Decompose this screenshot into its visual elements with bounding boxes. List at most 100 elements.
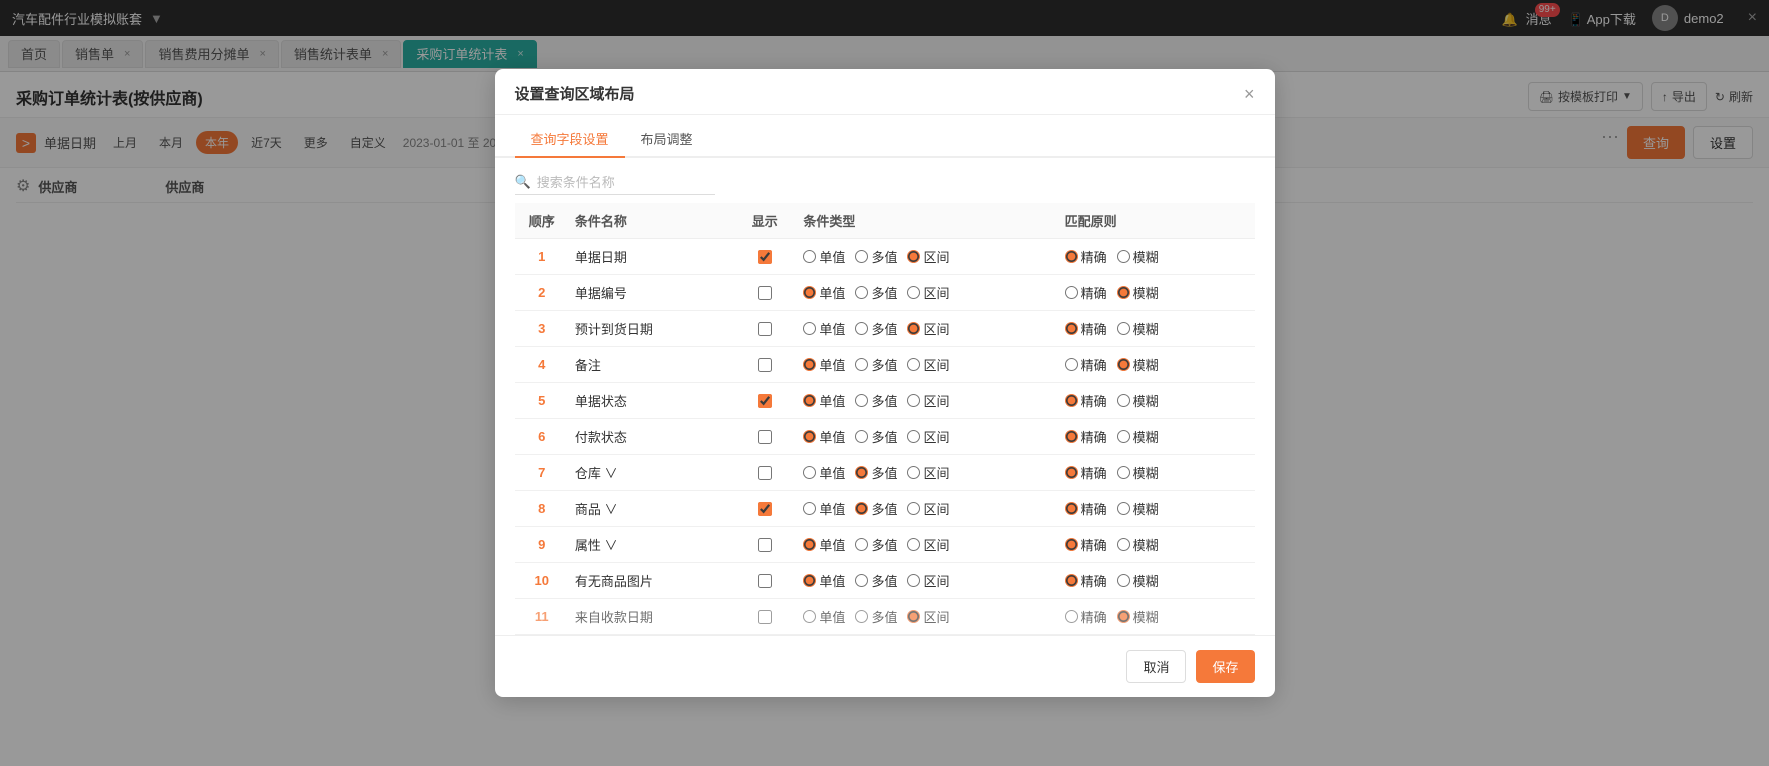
match-exact-radio[interactable] [1065,466,1078,479]
display-checkbox[interactable] [758,574,772,588]
type-multi-radio[interactable] [855,250,868,263]
match-exact-radio[interactable] [1065,502,1078,515]
match-fuzzy-label[interactable]: 模糊 [1117,283,1159,302]
type-range-label[interactable]: 区间 [907,571,949,590]
type-range-label[interactable]: 区间 [907,391,949,410]
display-checkbox[interactable] [758,394,772,408]
type-single-radio[interactable] [803,286,816,299]
match-exact-label[interactable]: 精确 [1065,355,1107,374]
match-fuzzy-label[interactable]: 模糊 [1117,571,1159,590]
type-single-radio[interactable] [803,538,816,551]
type-multi-radio[interactable] [855,322,868,335]
match-exact-label[interactable]: 精确 [1065,607,1107,626]
type-single-radio[interactable] [803,250,816,263]
display-checkbox[interactable] [758,250,772,264]
type-range-label[interactable]: 区间 [907,319,949,338]
type-single-label[interactable]: 单值 [803,607,845,626]
type-single-label[interactable]: 单值 [803,283,845,302]
type-single-label[interactable]: 单值 [803,535,845,554]
display-checkbox[interactable] [758,610,772,624]
modal-tab-query-fields[interactable]: 查询字段设置 [515,119,625,158]
match-fuzzy-label[interactable]: 模糊 [1117,607,1159,626]
type-multi-radio[interactable] [855,286,868,299]
match-fuzzy-radio[interactable] [1117,322,1130,335]
type-multi-label[interactable]: 多值 [855,535,897,554]
match-exact-label[interactable]: 精确 [1065,391,1107,410]
type-range-label[interactable]: 区间 [907,355,949,374]
match-fuzzy-radio[interactable] [1117,538,1130,551]
type-range-label[interactable]: 区间 [907,535,949,554]
match-exact-label[interactable]: 精确 [1065,319,1107,338]
match-exact-radio[interactable] [1065,538,1078,551]
type-single-radio[interactable] [803,502,816,515]
type-multi-radio[interactable] [855,430,868,443]
match-fuzzy-radio[interactable] [1117,394,1130,407]
match-fuzzy-label[interactable]: 模糊 [1117,319,1159,338]
type-range-radio[interactable] [907,358,920,371]
display-checkbox[interactable] [758,538,772,552]
type-range-label[interactable]: 区间 [907,427,949,446]
type-single-radio[interactable] [803,394,816,407]
match-fuzzy-label[interactable]: 模糊 [1117,427,1159,446]
type-range-radio[interactable] [907,394,920,407]
display-checkbox[interactable] [758,322,772,336]
modal-close-btn[interactable]: × [1244,85,1255,103]
save-btn[interactable]: 保存 [1196,650,1254,683]
type-single-radio[interactable] [803,466,816,479]
type-single-label[interactable]: 单值 [803,499,845,518]
type-range-label[interactable]: 区间 [907,283,949,302]
match-exact-label[interactable]: 精确 [1065,247,1107,266]
match-fuzzy-label[interactable]: 模糊 [1117,463,1159,482]
type-multi-radio[interactable] [855,574,868,587]
match-exact-radio[interactable] [1065,250,1078,263]
display-checkbox[interactable] [758,466,772,480]
type-single-label[interactable]: 单值 [803,427,845,446]
match-exact-label[interactable]: 精确 [1065,427,1107,446]
match-fuzzy-label[interactable]: 模糊 [1117,247,1159,266]
type-multi-radio[interactable] [855,610,868,623]
match-exact-radio[interactable] [1065,574,1078,587]
type-multi-label[interactable]: 多值 [855,571,897,590]
type-multi-radio[interactable] [855,358,868,371]
match-fuzzy-label[interactable]: 模糊 [1117,391,1159,410]
match-fuzzy-label[interactable]: 模糊 [1117,499,1159,518]
match-exact-label[interactable]: 精确 [1065,535,1107,554]
type-multi-label[interactable]: 多值 [855,355,897,374]
match-exact-label[interactable]: 精确 [1065,571,1107,590]
match-exact-radio[interactable] [1065,286,1078,299]
type-range-radio[interactable] [907,502,920,515]
match-fuzzy-label[interactable]: 模糊 [1117,355,1159,374]
type-multi-label[interactable]: 多值 [855,319,897,338]
match-exact-label[interactable]: 精确 [1065,499,1107,518]
type-single-radio[interactable] [803,322,816,335]
match-exact-radio[interactable] [1065,394,1078,407]
type-range-label[interactable]: 区间 [907,607,949,626]
type-single-radio[interactable] [803,574,816,587]
type-range-radio[interactable] [907,574,920,587]
type-multi-radio[interactable] [855,466,868,479]
type-range-radio[interactable] [907,430,920,443]
type-range-radio[interactable] [907,322,920,335]
display-checkbox[interactable] [758,430,772,444]
type-single-radio[interactable] [803,358,816,371]
match-exact-label[interactable]: 精确 [1065,463,1107,482]
match-exact-label[interactable]: 精确 [1065,283,1107,302]
type-range-label[interactable]: 区间 [907,499,949,518]
display-checkbox[interactable] [758,502,772,516]
match-exact-radio[interactable] [1065,610,1078,623]
match-fuzzy-radio[interactable] [1117,286,1130,299]
type-multi-radio[interactable] [855,502,868,515]
match-fuzzy-radio[interactable] [1117,502,1130,515]
type-range-radio[interactable] [907,538,920,551]
match-fuzzy-label[interactable]: 模糊 [1117,535,1159,554]
type-single-label[interactable]: 单值 [803,355,845,374]
type-multi-radio[interactable] [855,538,868,551]
type-multi-label[interactable]: 多值 [855,391,897,410]
type-single-label[interactable]: 单值 [803,247,845,266]
match-exact-radio[interactable] [1065,322,1078,335]
type-single-label[interactable]: 单值 [803,463,845,482]
display-checkbox[interactable] [758,358,772,372]
type-multi-label[interactable]: 多值 [855,499,897,518]
type-multi-label[interactable]: 多值 [855,427,897,446]
type-range-label[interactable]: 区间 [907,463,949,482]
